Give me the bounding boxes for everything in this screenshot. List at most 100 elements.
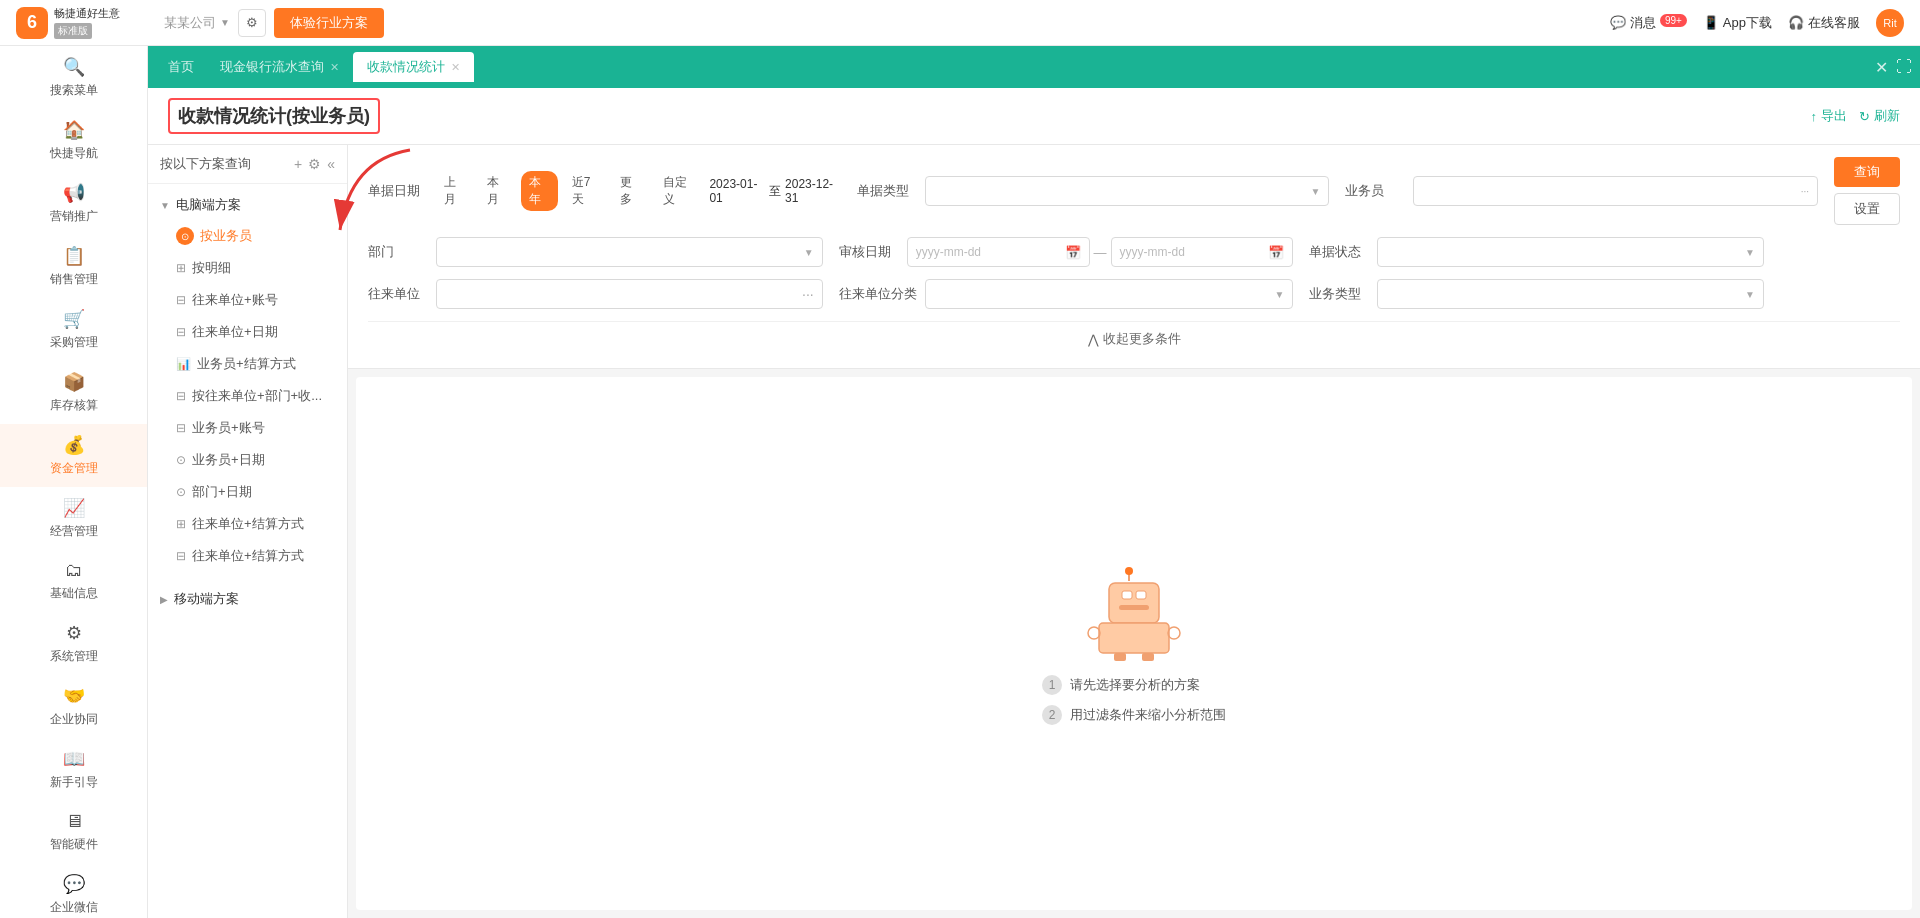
partner-category-select[interactable]: ▼ xyxy=(925,279,1294,309)
step-1-text: 请先选择要分析的方案 xyxy=(1070,676,1200,694)
online-service-button[interactable]: 🎧 在线客服 xyxy=(1788,14,1860,32)
scheme-item-salesman-date[interactable]: ⊙ 业务员+日期 xyxy=(148,444,347,476)
scheme-item-partner-account[interactable]: ⊟ 往来单位+账号 xyxy=(148,284,347,316)
scheme-item-partner-date[interactable]: ⊟ 往来单位+日期 xyxy=(148,316,347,348)
date-tab-this-month[interactable]: 本月 xyxy=(479,171,516,211)
add-scheme-button[interactable]: + xyxy=(294,156,302,172)
window-close-icon[interactable]: ✕ xyxy=(1875,58,1888,77)
salesman-date-icon: ⊙ xyxy=(176,453,186,467)
sidebar-item-quicknav[interactable]: 🏠 快捷导航 xyxy=(0,109,147,172)
tab-bank-flow-close[interactable]: ✕ xyxy=(330,61,339,74)
sidebar: 🔍 搜索菜单 🏠 快捷导航 📢 营销推广 📋 销售管理 🛒 采购管理 📦 库存核… xyxy=(0,46,148,918)
scheme-item-by-salesman[interactable]: ⊙ 按业务员 xyxy=(148,220,347,252)
scheme-item-partner-settle2[interactable]: ⊟ 往来单位+结算方式 xyxy=(148,540,347,572)
sidebar-label-search: 搜索菜单 xyxy=(50,82,98,99)
scheme-item-detail[interactable]: ⊞ 按明细 xyxy=(148,252,347,284)
refresh-label: 刷新 xyxy=(1874,107,1900,125)
sidebar-item-sales[interactable]: 📋 销售管理 xyxy=(0,235,147,298)
sidebar-item-system[interactable]: ⚙ 系统管理 xyxy=(0,612,147,675)
settings-button[interactable]: 设置 xyxy=(1834,193,1900,225)
sidebar-item-operations[interactable]: 📈 经营管理 xyxy=(0,487,147,550)
scheme-item-salesman-settle[interactable]: 📊 业务员+结算方式 xyxy=(148,348,347,380)
filter-row-2: 部门 ▼ 审核日期 yyyy-mm-dd xyxy=(368,237,1900,267)
date-tab-last-month[interactable]: 上月 xyxy=(436,171,473,211)
partner-category-label: 往来单位分类 xyxy=(839,285,917,303)
scheme-settings-button[interactable]: ⚙ xyxy=(308,156,321,172)
sidebar-item-wechat[interactable]: 💬 企业微信 xyxy=(0,863,147,918)
sidebar-item-guide[interactable]: 📖 新手引导 xyxy=(0,738,147,801)
message-button[interactable]: 💬 消息 99+ xyxy=(1610,14,1687,32)
date-tab-this-year[interactable]: 本年 xyxy=(521,171,558,211)
date-tab-more[interactable]: 更多 xyxy=(612,171,649,211)
svg-point-10 xyxy=(1125,567,1133,575)
sidebar-item-basic-info[interactable]: 🗂 基础信息 xyxy=(0,550,147,612)
sidebar-item-finance[interactable]: 💰 资金管理 xyxy=(0,424,147,487)
sidebar-item-search[interactable]: 🔍 搜索菜单 xyxy=(0,46,147,109)
collapse-panel-button[interactable]: « xyxy=(327,156,335,172)
mobile-group-title[interactable]: ▶ 移动端方案 xyxy=(148,584,347,614)
detail-icon: ⊞ xyxy=(176,261,186,275)
sidebar-label-sales: 销售管理 xyxy=(50,271,98,288)
collapse-filters-button[interactable]: ⋀ 收起更多条件 xyxy=(368,321,1900,356)
voucher-status-select[interactable]: ▼ xyxy=(1377,237,1764,267)
header-settings-button[interactable]: ⚙ xyxy=(238,9,266,37)
sidebar-item-purchase[interactable]: 🛒 采购管理 xyxy=(0,298,147,361)
sidebar-label-guide: 新手引导 xyxy=(50,774,98,791)
export-label: 导出 xyxy=(1821,107,1847,125)
window-maximize-icon[interactable]: ⛶ xyxy=(1896,58,1912,76)
calendar-icon-1: 📅 xyxy=(1065,245,1081,260)
voucher-type-select[interactable]: ▼ xyxy=(925,176,1330,206)
sidebar-item-hardware[interactable]: 🖥 智能硬件 xyxy=(0,801,147,863)
sidebar-label-marketing: 营销推广 xyxy=(50,208,98,225)
sidebar-item-inventory[interactable]: 📦 库存核算 xyxy=(0,361,147,424)
sidebar-label-wechat: 企业微信 xyxy=(50,899,98,916)
edition-badge: 标准版 xyxy=(54,23,92,39)
export-button[interactable]: ↑ 导出 xyxy=(1811,107,1848,125)
tab-collection-stats[interactable]: 收款情况统计 ✕ xyxy=(353,52,474,82)
collaboration-icon: 🤝 xyxy=(63,685,85,707)
sidebar-item-collaboration[interactable]: 🤝 企业协同 xyxy=(0,675,147,738)
scheme-panel-header: 按以下方案查询 + ⚙ « xyxy=(148,145,347,184)
scheme-item-partner-settle1[interactable]: ⊞ 往来单位+结算方式 xyxy=(148,508,347,540)
active-scheme-indicator: ⊙ xyxy=(176,227,194,245)
guide-icon: 📖 xyxy=(63,748,85,770)
trial-button[interactable]: 体验行业方案 xyxy=(274,8,384,38)
desktop-group-title[interactable]: ▼ 电脑端方案 xyxy=(148,190,347,220)
svg-rect-8 xyxy=(1142,653,1154,661)
tab-bank-flow[interactable]: 现金银行流水查询 ✕ xyxy=(206,52,353,82)
sales-icon: 📋 xyxy=(63,245,85,267)
salesman-select[interactable]: ··· xyxy=(1413,176,1818,206)
tab-home[interactable]: 首页 xyxy=(156,52,206,82)
scheme-item-salesman-account[interactable]: ⊟ 业务员+账号 xyxy=(148,412,347,444)
dept-select[interactable]: ▼ xyxy=(436,237,823,267)
review-date-to[interactable]: yyyy-mm-dd 📅 xyxy=(1111,237,1294,267)
user-avatar[interactable]: Rit xyxy=(1876,9,1904,37)
filter-review-date-item: 审核日期 yyyy-mm-dd 📅 — yyyy-mm-dd xyxy=(839,237,1294,267)
sidebar-item-marketing[interactable]: 📢 营销推广 xyxy=(0,172,147,235)
workspace-selector[interactable]: 某某公司 ▼ xyxy=(164,14,230,32)
query-button[interactable]: 查询 xyxy=(1834,157,1900,187)
review-date-from[interactable]: yyyy-mm-dd 📅 xyxy=(907,237,1090,267)
collapse-icon: ⋀ xyxy=(1088,332,1099,347)
scheme-panel: 按以下方案查询 + ⚙ « ▼ 电脑端方案 ⊙ xyxy=(148,145,348,918)
scheme-item-partner-dept[interactable]: ⊟ 按往来单位+部门+收... xyxy=(148,380,347,412)
scheme-item-dept-date[interactable]: ⊙ 部门+日期 xyxy=(148,476,347,508)
filter-voucher-type-item: 单据类型 ▼ xyxy=(857,176,1330,206)
date-tab-custom[interactable]: 自定义 xyxy=(655,171,702,211)
date-tab-7days[interactable]: 近7天 xyxy=(564,171,606,211)
empty-step-2: 2 用过滤条件来缩小分析范围 xyxy=(1042,705,1226,725)
inventory-icon: 📦 xyxy=(63,371,85,393)
app-download-button[interactable]: 📱 App下载 xyxy=(1703,14,1772,32)
business-type-select[interactable]: ▼ xyxy=(1377,279,1764,309)
page-content: 收款情况统计(按业务员) ↑ 导出 ↻ 刷新 按以下方 xyxy=(148,88,1920,918)
service-icon: 🎧 xyxy=(1788,15,1804,30)
filter-date-item: 单据日期 上月 本月 本年 近7天 更多 自定义 xyxy=(368,171,841,211)
sidebar-label-collaboration: 企业协同 xyxy=(50,711,98,728)
tab-collection-stats-close[interactable]: ✕ xyxy=(451,61,460,74)
desktop-scheme-group: ▼ 电脑端方案 ⊙ 按业务员 ⊞ 按明细 ⊟ xyxy=(148,184,347,578)
header-center: 某某公司 ▼ ⚙ 体验行业方案 xyxy=(164,8,1610,38)
filter-business-type-item: 业务类型 ▼ xyxy=(1309,279,1764,309)
refresh-button[interactable]: ↻ 刷新 xyxy=(1859,107,1900,125)
partner-select[interactable]: ··· xyxy=(436,279,823,309)
scheme-label-partner-date: 往来单位+日期 xyxy=(192,323,278,341)
